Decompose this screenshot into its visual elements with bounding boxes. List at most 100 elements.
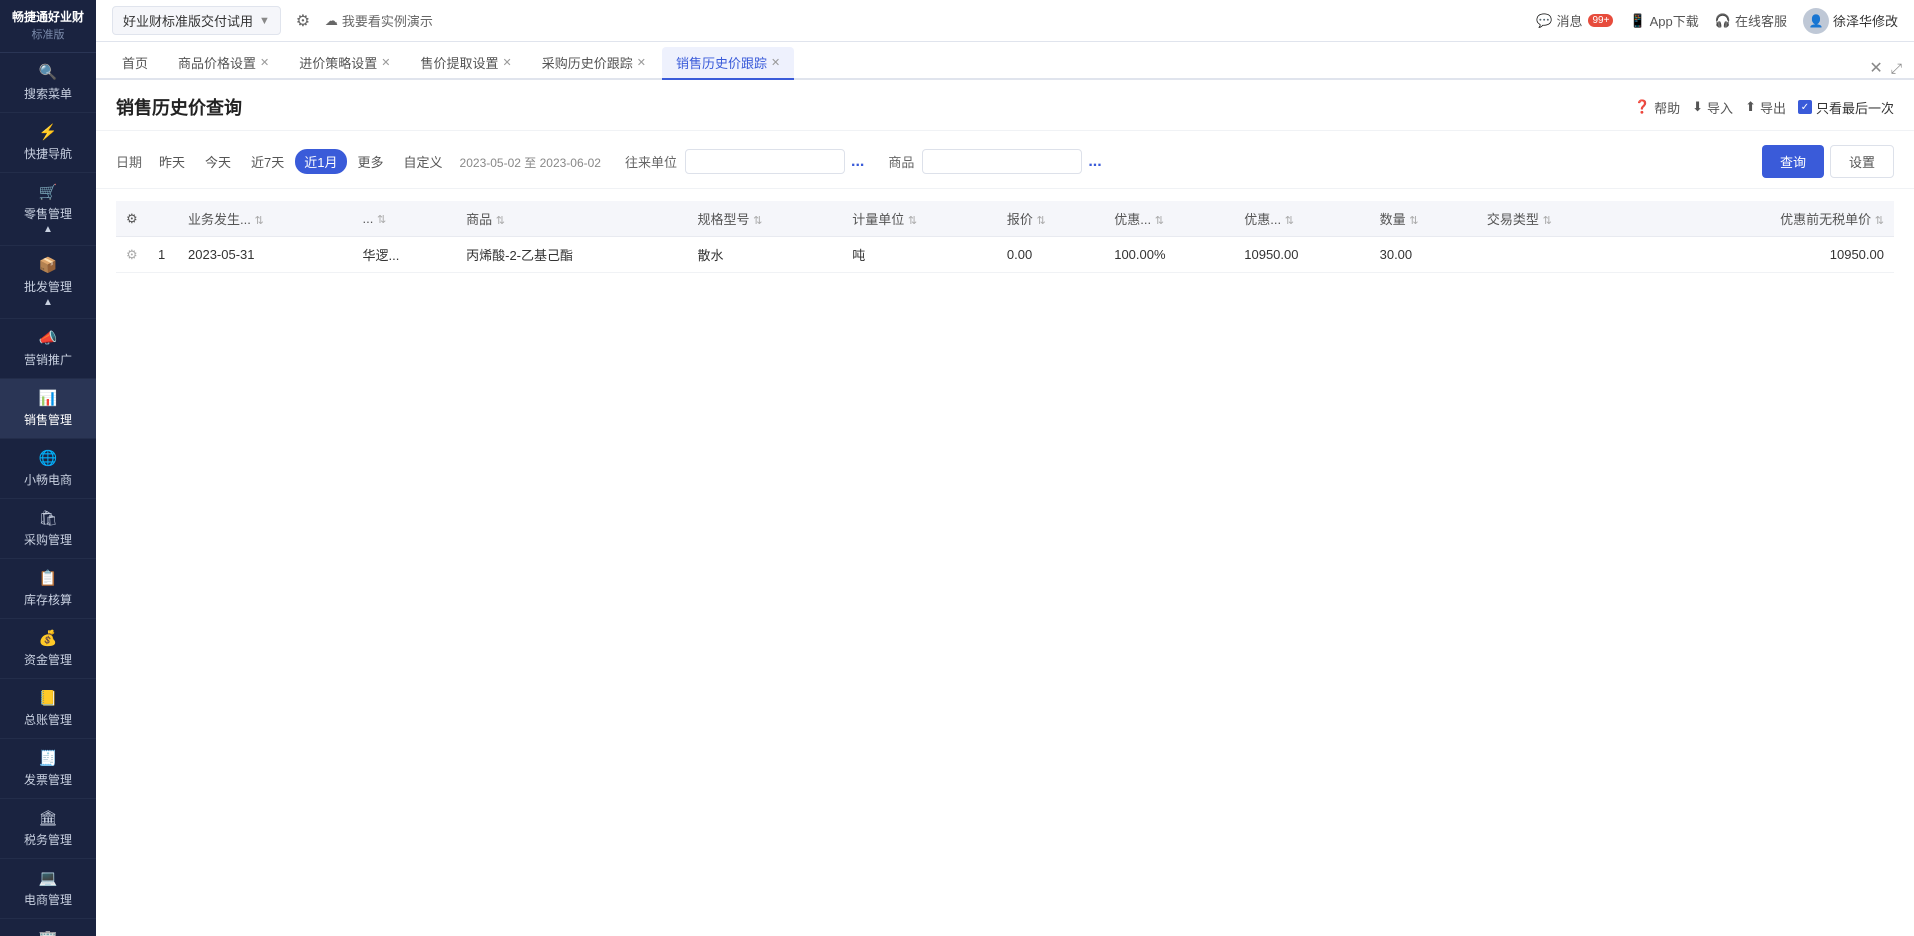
topbar-right: 💬 消息 99+ 📱 App下载 🎧 在线客服 👤 徐泽华修改	[1536, 8, 1898, 34]
version-selector[interactable]: 好业财标准版交付试用 ▼	[112, 6, 281, 35]
date-range-display: 2023-05-02 至 2023-06-02	[460, 154, 601, 171]
sidebar-item-quicknav[interactable]: ⚡ 快捷导航	[0, 113, 96, 173]
help-icon: ❓	[1634, 99, 1650, 115]
date-label: 日期	[116, 152, 142, 171]
tab-purchase-strategy[interactable]: 进价策略设置 ✕	[285, 47, 404, 80]
tab-sale-history[interactable]: 销售历史价跟踪 ✕	[662, 47, 794, 80]
tab-sale-history-close[interactable]: ✕	[771, 56, 780, 69]
tab-goods-price[interactable]: 商品价格设置 ✕	[164, 47, 283, 80]
tab-purchase-history-close[interactable]: ✕	[637, 56, 646, 69]
col-more[interactable]: ... ⇅	[352, 201, 456, 237]
onlineservice-button[interactable]: 🎧 在线客服	[1715, 11, 1787, 30]
sidebar-item-inventory[interactable]: 📋 库存核算	[0, 559, 96, 619]
col-goods-sort-icon: ⇅	[496, 215, 505, 227]
col-trade-type[interactable]: 交易类型 ⇅	[1477, 201, 1632, 237]
customer-label: 往来单位	[625, 152, 677, 171]
row-spec: 散水	[687, 237, 842, 273]
data-table: ⚙ 业务发生... ⇅ ... ⇅ 商品 ⇅	[116, 201, 1894, 273]
sidebar-label-marketing: 营销推广	[24, 351, 72, 368]
only-last-checkbox-box[interactable]: ✓	[1798, 100, 1812, 114]
row-qty: 30.00	[1370, 237, 1477, 273]
col-unit[interactable]: 计量单位 ⇅	[842, 201, 997, 237]
col-qty[interactable]: 数量 ⇅	[1370, 201, 1477, 237]
col-biz-date[interactable]: 业务发生... ⇅	[178, 201, 352, 237]
row-tax-price: 10950.00	[1668, 237, 1894, 273]
sidebar-item-fixedasset[interactable]: 🏢 固定资产	[0, 919, 96, 936]
appdownload-button[interactable]: 📱 App下载	[1629, 11, 1698, 30]
page-actions: ❓ 帮助 ⬇ 导入 ⬆ 导出 ✓ 只看最后一次	[1634, 98, 1894, 117]
sidebar-item-retail[interactable]: 🛒 零售管理 ▲	[0, 173, 96, 246]
goods-input[interactable]	[922, 149, 1082, 174]
wholesale-expand-icon: ▲	[43, 297, 53, 308]
row-gear[interactable]: ⚙	[116, 237, 148, 273]
sidebar-item-ecommgmt[interactable]: 💻 电商管理	[0, 859, 96, 919]
goods-more-btn[interactable]: ...	[1088, 153, 1101, 171]
query-button[interactable]: 查询	[1762, 145, 1824, 178]
help-button[interactable]: ❓ 帮助	[1634, 98, 1680, 117]
date-opt-today[interactable]: 今天	[196, 149, 240, 174]
date-opt-last1month[interactable]: 近1月	[295, 149, 346, 174]
ecom-icon: 🌐	[39, 449, 58, 467]
retail-expand-icon: ▲	[43, 224, 53, 235]
sidebar-label-purchase: 采购管理	[24, 531, 72, 548]
date-opt-yesterday[interactable]: 昨天	[150, 149, 194, 174]
lightning-icon: ⚡	[39, 123, 58, 141]
sidebar-item-general[interactable]: 📒 总账管理	[0, 679, 96, 739]
version-dropdown-icon: ▼	[259, 15, 270, 27]
only-last-toggle[interactable]: ✓ 只看最后一次	[1798, 98, 1894, 117]
sidebar-item-capital[interactable]: 💰 资金管理	[0, 619, 96, 679]
customer-more-btn[interactable]: ...	[851, 153, 864, 171]
export-button[interactable]: ⬆ 导出	[1745, 98, 1786, 117]
col-price-sort-icon: ⇅	[1037, 215, 1046, 227]
col-gear[interactable]: ⚙	[116, 201, 148, 237]
tab-sale-extract[interactable]: 售价提取设置 ✕	[406, 47, 525, 80]
cloud-icon: ☁	[325, 13, 338, 29]
tab-sale-extract-close[interactable]: ✕	[503, 56, 512, 69]
sidebar-label-wholesale: 批发管理	[24, 278, 72, 295]
capital-icon: 💰	[39, 629, 58, 647]
sidebar-label-retail: 零售管理	[24, 205, 72, 222]
import-button[interactable]: ⬇ 导入	[1692, 98, 1733, 117]
import-label: 导入	[1707, 98, 1733, 117]
tab-goods-price-label: 商品价格设置	[178, 53, 256, 72]
customer-input[interactable]	[685, 149, 845, 174]
date-opt-more[interactable]: 更多	[349, 149, 393, 174]
col-rownum	[148, 201, 178, 237]
row-num: 1	[148, 237, 178, 273]
message-button[interactable]: 💬 消息 99+	[1536, 11, 1613, 30]
customer-input-group: ...	[685, 149, 864, 174]
user-menu[interactable]: 👤 徐泽华修改	[1803, 8, 1898, 34]
demo-link[interactable]: ☁ 我要看实例演示	[325, 11, 433, 30]
date-opt-custom[interactable]: 自定义	[395, 149, 452, 174]
filter-settings-button[interactable]: 设置	[1830, 145, 1894, 178]
sidebar-item-tax[interactable]: 🏛 税务管理	[0, 799, 96, 859]
tab-purchase-history[interactable]: 采购历史价跟踪 ✕	[528, 47, 660, 80]
topbar-settings-button[interactable]: ⚙	[289, 7, 317, 35]
sidebar-item-sales[interactable]: 📊 销售管理	[0, 379, 96, 439]
sidebar-item-ecom[interactable]: 🌐 小畅电商	[0, 439, 96, 499]
col-tax-price[interactable]: 优惠前无税单价 ⇅	[1668, 201, 1894, 237]
col-discount2[interactable]: 优惠... ⇅	[1234, 201, 1369, 237]
col-price[interactable]: 报价 ⇅	[997, 201, 1104, 237]
inventory-icon: 📋	[39, 569, 58, 587]
tab-purchase-history-label: 采购历史价跟踪	[542, 53, 633, 72]
sidebar-item-marketing[interactable]: 📣 营销推广	[0, 319, 96, 379]
page-header: 销售历史价查询 ❓ 帮助 ⬇ 导入 ⬆ 导出 ✓ 只看最后一次	[96, 80, 1914, 131]
table-header-row: ⚙ 业务发生... ⇅ ... ⇅ 商品 ⇅	[116, 201, 1894, 237]
sidebar-item-search[interactable]: 🔍 搜索菜单	[0, 53, 96, 113]
window-maximize-button[interactable]: ⤢	[1891, 60, 1902, 77]
window-close-button[interactable]: ✕	[1869, 58, 1882, 78]
sidebar-item-wholesale[interactable]: 📦 批发管理 ▲	[0, 246, 96, 319]
col-biz-date-label: 业务发生...	[188, 212, 251, 227]
date-opt-last7days[interactable]: 近7天	[242, 149, 293, 174]
sidebar-item-purchase[interactable]: 🛍 采购管理	[0, 499, 96, 559]
col-discount1[interactable]: 优惠... ⇅	[1104, 201, 1234, 237]
col-spec[interactable]: 规格型号 ⇅	[687, 201, 842, 237]
sidebar-item-invoice[interactable]: 🧾 发票管理	[0, 739, 96, 799]
tab-purchase-strategy-close[interactable]: ✕	[381, 56, 390, 69]
col-trade-type-sort-icon: ⇅	[1543, 215, 1552, 227]
sales-icon: 📊	[39, 389, 58, 407]
col-goods[interactable]: 商品 ⇅	[456, 201, 687, 237]
tab-goods-price-close[interactable]: ✕	[260, 56, 269, 69]
tab-home[interactable]: 首页	[108, 47, 162, 80]
